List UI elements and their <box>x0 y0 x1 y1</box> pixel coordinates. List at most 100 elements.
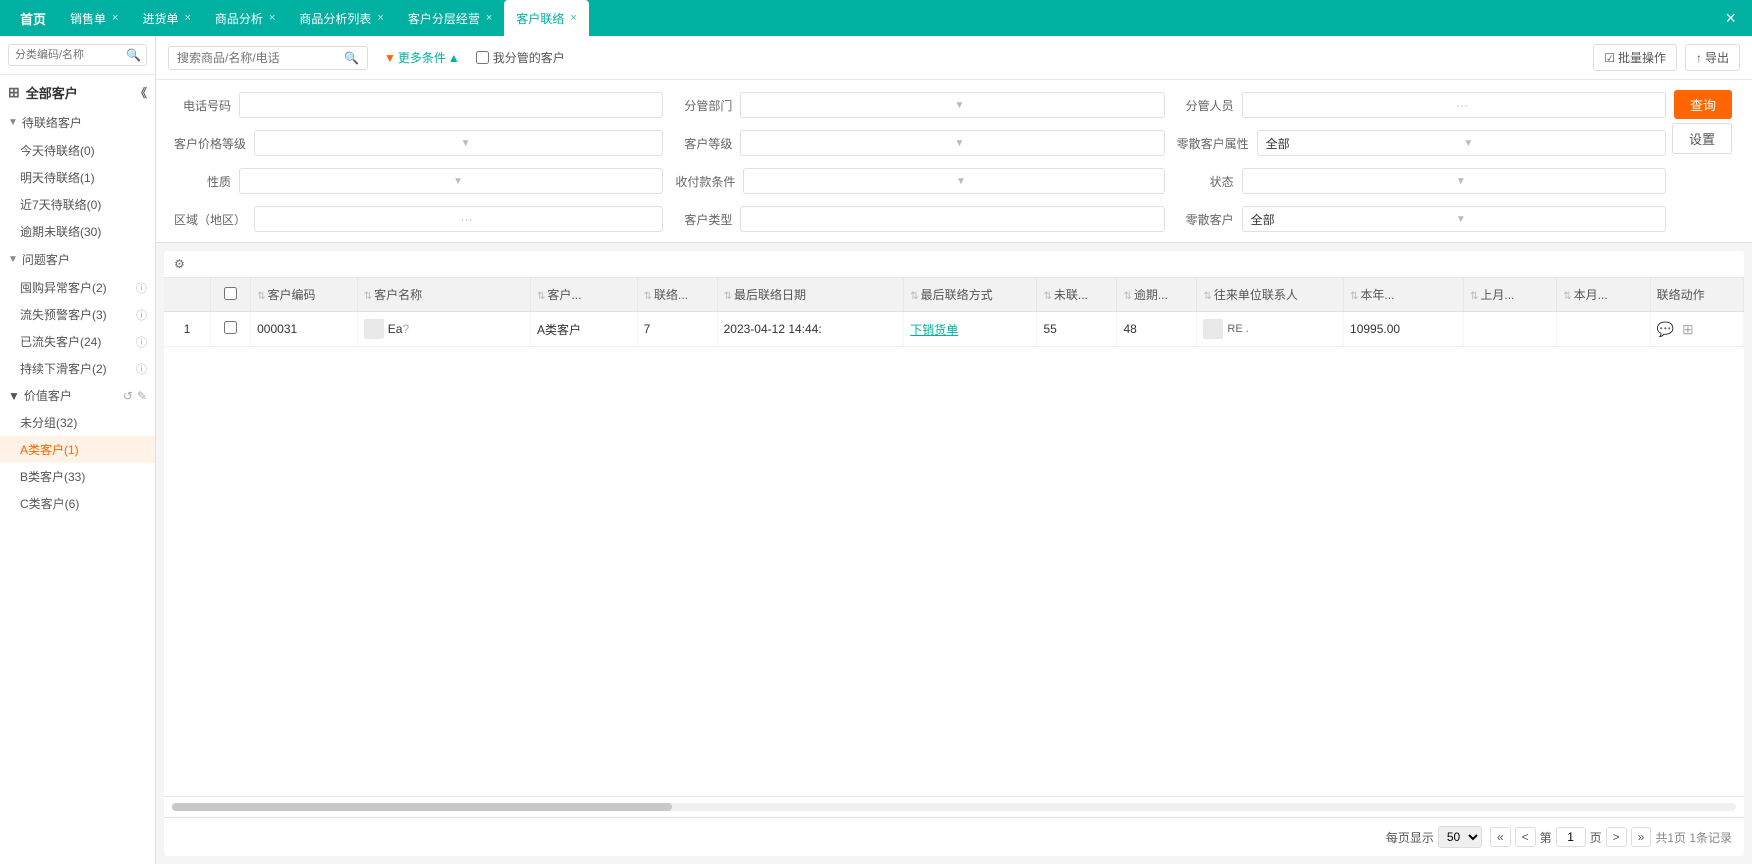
sidebar-group-value[interactable]: ▼ 价值客户 ↺ ✎ <box>0 382 155 409</box>
page-size-select[interactable]: 50 <box>1438 826 1482 848</box>
close-purchase-tab[interactable]: × <box>184 12 190 24</box>
scroll-thumb[interactable] <box>172 803 672 811</box>
sidebar-item-tomorrow[interactable]: 明天待联络(1) <box>0 164 155 191</box>
payment-dropdown[interactable]: ▼ <box>743 168 1164 194</box>
region-more-icon[interactable]: ··· <box>461 212 655 226</box>
sidebar-item-declining[interactable]: 持续下滑客户(2) ⓘ <box>0 355 155 382</box>
filter-search-box[interactable]: 🔍 <box>168 46 368 70</box>
col-code[interactable]: ⇅客户编码 <box>251 278 358 312</box>
table-row: 1 000031 Ea? A类客户 7 2023-04- <box>164 312 1744 347</box>
col-contact[interactable]: ⇅联络... <box>637 278 717 312</box>
info-icon-4: ⓘ <box>136 361 147 377</box>
refresh-icon[interactable]: ↺ <box>123 389 133 403</box>
retail-dropdown[interactable]: 全部 ▼ <box>1242 206 1666 232</box>
customer-type-label: 客户类型 <box>675 211 740 228</box>
settings-button[interactable]: 设置 <box>1672 123 1732 154</box>
close-analysis-list-tab[interactable]: × <box>377 12 383 24</box>
filter-my-customers[interactable]: 我分管的客户 <box>476 49 565 66</box>
sidebar-item-today[interactable]: 今天待联络(0) <box>0 137 155 164</box>
col-current-year[interactable]: ⇅本年... <box>1344 278 1464 312</box>
phone-input[interactable] <box>239 92 663 118</box>
row-checkbox[interactable] <box>224 321 237 334</box>
col-last-date[interactable]: ⇅最后联络日期 <box>717 278 904 312</box>
nav-tab-purchase[interactable]: 进货单 × <box>130 0 202 36</box>
cell-last-month <box>1463 312 1556 347</box>
cell-checkbox[interactable] <box>211 312 251 347</box>
manager-input[interactable]: ··· <box>1242 92 1666 118</box>
sidebar-item-overdue[interactable]: 逾期未联络(30) <box>0 218 155 245</box>
filter-row-4: 区域（地区） ··· 客户类型 零散客户 <box>168 204 1672 234</box>
col-unit-contact[interactable]: ⇅往来单位联系人 <box>1197 278 1344 312</box>
region-input[interactable]: ··· <box>254 206 663 232</box>
customer-type-input[interactable] <box>740 206 1164 232</box>
sidebar-item-c-class[interactable]: C类客户(6) <box>0 490 155 517</box>
nav-tab-analysis[interactable]: 商品分析 × <box>203 0 287 36</box>
filter-actions: ☑ 批量操作 ↑ 导出 <box>1593 44 1740 71</box>
my-customers-checkbox[interactable] <box>476 51 489 64</box>
qr-action-icon[interactable]: ⊞ <box>1682 321 1694 338</box>
nav-tab-home[interactable]: 首页 <box>8 0 58 36</box>
next-page-btn[interactable]: > <box>1606 827 1627 847</box>
cell-last-method[interactable]: 下销货单 <box>904 312 1037 347</box>
sidebar-all-customers-header[interactable]: ⊞ 全部客户 《 <box>0 75 155 108</box>
nav-tab-sales[interactable]: 销售单 × <box>58 0 130 36</box>
col-last-month[interactable]: ⇅上月... <box>1463 278 1556 312</box>
filter-search-input[interactable] <box>177 51 340 65</box>
sidebar-item-a-class[interactable]: A类客户(1) <box>0 436 155 463</box>
query-button[interactable]: 查询 <box>1674 90 1732 119</box>
sidebar-item-abnormal[interactable]: 囤购异常客户(2) ⓘ <box>0 274 155 301</box>
batch-op-button[interactable]: ☑ 批量操作 <box>1593 44 1677 71</box>
sidebar-item-lost[interactable]: 已流失客户(24) ⓘ <box>0 328 155 355</box>
col-this-month[interactable]: ⇅本月... <box>1557 278 1650 312</box>
pagination-controls: « < 第 页 > » 共1页 1条记录 <box>1490 827 1732 847</box>
retail-attr-label: 零散客户属性 <box>1177 135 1257 152</box>
prev-page-btn[interactable]: < <box>1515 827 1536 847</box>
sidebar-group-pending[interactable]: ▼ 待联络客户 <box>0 108 155 137</box>
page-number-input[interactable] <box>1556 827 1586 847</box>
col-checkbox[interactable] <box>211 278 251 312</box>
select-all-checkbox[interactable] <box>224 287 237 300</box>
query-buttons: 查询 设置 <box>1672 90 1740 234</box>
col-last-method[interactable]: ⇅最后联络方式 <box>904 278 1037 312</box>
last-page-btn[interactable]: » <box>1631 827 1652 847</box>
filter-more-btn[interactable]: ▼ 更多条件 ▲ <box>376 45 468 70</box>
close-all-tabs[interactable]: × <box>1717 8 1744 29</box>
dept-dropdown[interactable]: ▼ <box>740 92 1164 118</box>
sidebar-item-ungraded[interactable]: 未分组(32) <box>0 409 155 436</box>
retail-attr-dropdown[interactable]: 全部 ▼ <box>1257 130 1666 156</box>
horizontal-scrollbar[interactable] <box>164 796 1744 817</box>
nav-tab-customer-segment[interactable]: 客户分层经营 × <box>396 0 504 36</box>
sort-icon-5: ⇅ <box>724 291 732 302</box>
main-layout: 🔍 ⊞ 全部客户 《 ▼ 待联络客户 今天待联络(0) 明天待联络(1) 近7天… <box>0 36 1752 864</box>
col-level[interactable]: ⇅客户... <box>531 278 638 312</box>
table-settings-icon[interactable]: ⚙ <box>172 255 187 273</box>
nav-tab-customer-contact[interactable]: 客户联络 × <box>504 0 588 36</box>
col-overdue[interactable]: ⇅逾期... <box>1117 278 1197 312</box>
collapse-icon[interactable]: 《 <box>135 84 147 101</box>
sidebar-group-problem[interactable]: ▼ 问题客户 <box>0 245 155 274</box>
sidebar-item-7days[interactable]: 近7天待联络(0) <box>0 191 155 218</box>
nav-tab-analysis-list[interactable]: 商品分析列表 × <box>287 0 395 36</box>
status-dropdown[interactable]: ▼ <box>1242 168 1666 194</box>
close-analysis-tab[interactable]: × <box>269 12 275 24</box>
col-name[interactable]: ⇅客户名称 <box>357 278 530 312</box>
nature-dropdown[interactable]: ▼ <box>239 168 663 194</box>
sidebar-item-lost-warning[interactable]: 流失预警客户(3) ⓘ <box>0 301 155 328</box>
manager-more-icon[interactable]: ··· <box>1456 98 1657 112</box>
close-segment-tab[interactable]: × <box>486 12 492 24</box>
manager-label: 分管人员 <box>1177 97 1242 114</box>
payment-label: 收付款条件 <box>675 173 743 190</box>
customer-level-dropdown[interactable]: ▼ <box>740 130 1164 156</box>
last-method-link[interactable]: 下销货单 <box>910 323 958 337</box>
cell-code: 000031 <box>251 312 358 347</box>
edit-icon[interactable]: ✎ <box>137 389 147 403</box>
export-button[interactable]: ↑ 导出 <box>1685 44 1740 71</box>
close-sales-tab[interactable]: × <box>112 12 118 24</box>
unit-contact-container: RE . <box>1203 319 1337 339</box>
sidebar-item-b-class[interactable]: B类客户(33) <box>0 463 155 490</box>
close-contact-tab[interactable]: × <box>570 12 576 24</box>
first-page-btn[interactable]: « <box>1490 827 1511 847</box>
price-level-dropdown[interactable]: ▼ <box>254 130 663 156</box>
message-action-icon[interactable]: 💬 <box>1657 321 1674 338</box>
col-no-contact[interactable]: ⇅未联... <box>1037 278 1117 312</box>
